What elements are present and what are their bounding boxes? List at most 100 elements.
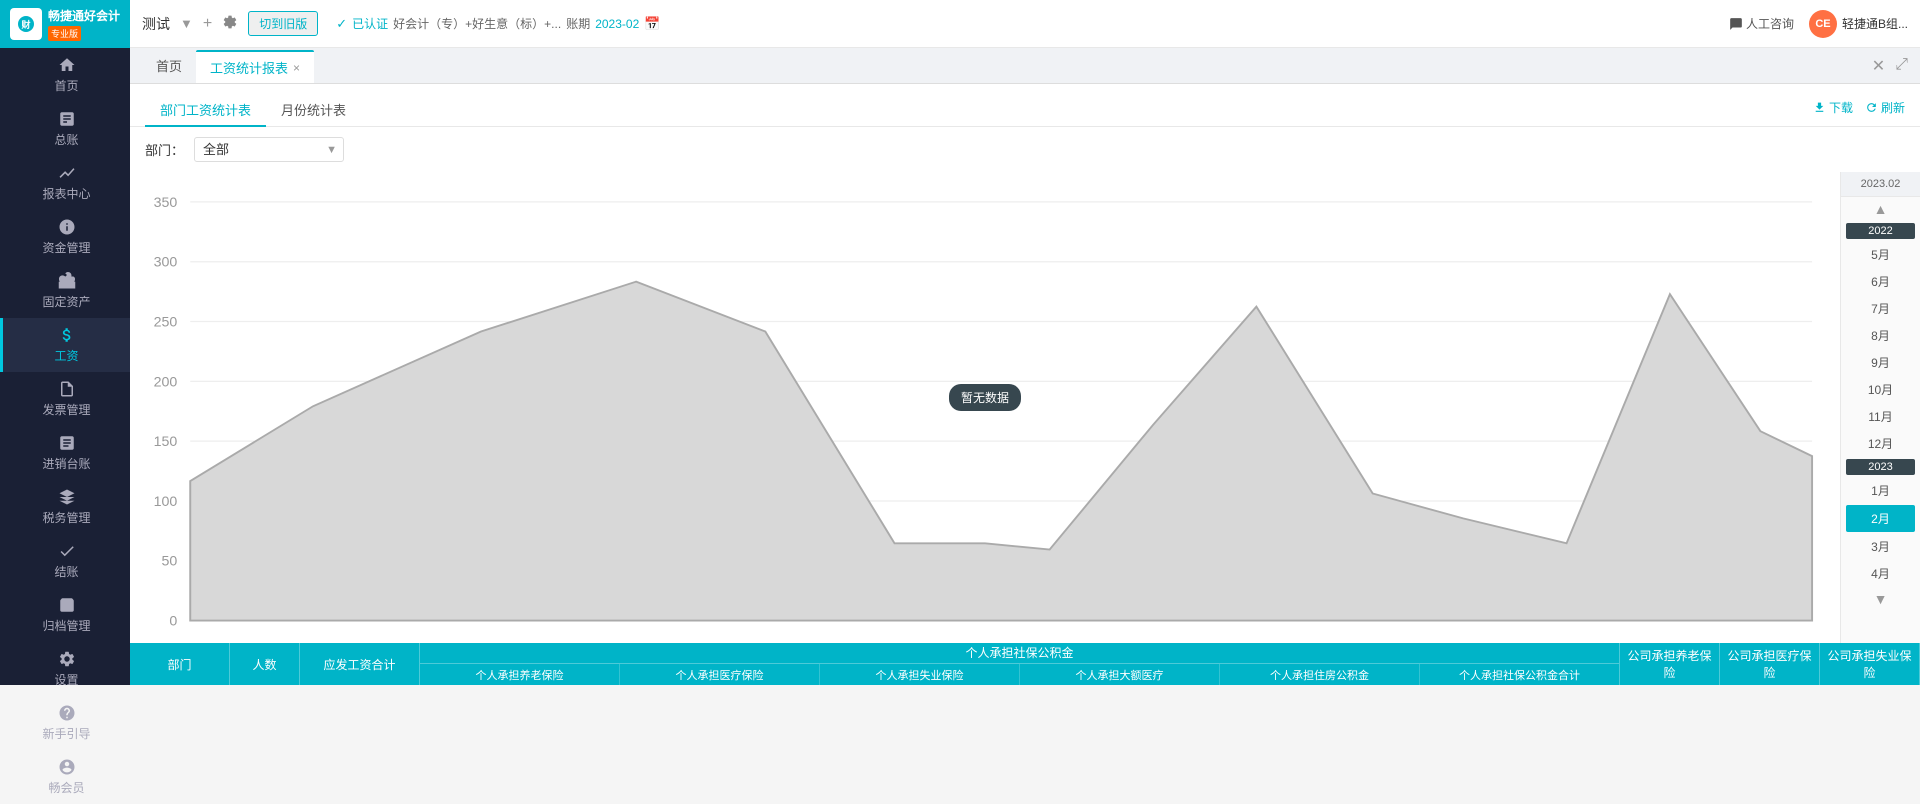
tab-salary-report[interactable]: 工资统计报表 × [196, 50, 314, 83]
sidebar-item-label-guide: 新手引导 [42, 725, 90, 742]
svg-text:0: 0 [169, 613, 177, 629]
topbar-help-label: 人工咨询 [1746, 15, 1794, 32]
home-icon [58, 56, 76, 74]
tf-col-total-salary: 应发工资合计 [300, 643, 420, 685]
sidebar-item-archive[interactable]: 归档管理 [0, 588, 130, 642]
member-icon [58, 758, 76, 776]
sales-icon [58, 434, 76, 452]
salary-icon [58, 326, 76, 344]
panel-month-4[interactable]: 4月 [1841, 560, 1920, 587]
sidebar-item-guide[interactable]: 新手引导 [0, 696, 130, 750]
user-name: 轻捷通B组... [1842, 15, 1908, 32]
sidebar-item-label-ledger: 总账 [54, 131, 78, 148]
sidebar-item-reports[interactable]: 报表中心 [0, 156, 130, 210]
topbar-dropdown-arrow[interactable]: ▼ [180, 16, 193, 31]
chart-area-polygon [190, 282, 1812, 621]
sidebar-item-ledger[interactable]: 总账 [0, 102, 130, 156]
svg-text:300: 300 [154, 254, 178, 270]
panel-month-5[interactable]: 5月 [1841, 241, 1920, 268]
reports-icon [58, 164, 76, 182]
panel-month-10[interactable]: 10月 [1841, 376, 1920, 403]
sidebar-item-tax[interactable]: 税务管理 [0, 480, 130, 534]
sidebar-item-sales[interactable]: 进销台账 [0, 426, 130, 480]
panel-month-6[interactable]: 6月 [1841, 268, 1920, 295]
right-panel: 2023.02 ▲ 2022 5月 6月 7月 8月 9月 10月 11月 12… [1840, 172, 1920, 643]
dept-select-wrapper: 全部 部门1 部门2 ▼ [194, 137, 344, 162]
topbar-add-button[interactable]: + [203, 15, 212, 33]
panel-month-1[interactable]: 1月 [1841, 477, 1920, 504]
svg-text:350: 350 [154, 194, 178, 210]
panel-month-9[interactable]: 9月 [1841, 349, 1920, 376]
sub-tab-month[interactable]: 月份统计表 [266, 94, 361, 127]
sub-tab-actions: 下载 刷新 [1813, 99, 1905, 122]
topbar-verified-label: 已认证 [352, 15, 388, 32]
tab-close-button[interactable]: × [293, 61, 300, 75]
tab-window-close-icon[interactable]: ✕ [1872, 56, 1885, 76]
sidebar-item-close-account[interactable]: 结账 [0, 534, 130, 588]
panel-month-11[interactable]: 11月 [1841, 403, 1920, 430]
tab-home[interactable]: 首页 [142, 50, 196, 81]
sidebar-item-label-member: 畅会员 [48, 779, 84, 796]
topbar-calendar-icon[interactable]: 📅 [644, 16, 660, 32]
tab-salary-report-label: 工资统计报表 [210, 58, 288, 77]
topbar-period-value: 2023-02 [595, 17, 639, 31]
topbar-period-label: 账期 [566, 15, 590, 32]
panel-month-2-active[interactable]: 2月 [1846, 505, 1915, 532]
logo-badge: 专业版 [48, 26, 81, 41]
topbar: 测试 ▼ + 切到旧版 ✓ 已认证 好会计（专）+好生意（标）+... 账期 2… [130, 0, 1920, 48]
tf-group-personal-title: 个人承担社保公积金 [420, 643, 1619, 664]
sidebar-item-label-archive: 归档管理 [42, 617, 90, 634]
topbar-old-mode-button[interactable]: 切到旧版 [248, 11, 318, 36]
panel-month-7[interactable]: 7月 [1841, 295, 1920, 322]
panel-month-3[interactable]: 3月 [1841, 533, 1920, 560]
ledger-icon [58, 110, 76, 128]
sidebar-item-funds[interactable]: 资金管理 [0, 210, 130, 264]
sidebar-item-invoice[interactable]: 发票管理 [0, 372, 130, 426]
sidebar-item-label-settings: 设置 [54, 671, 78, 688]
panel-nav-down[interactable]: ▼ [1841, 587, 1920, 611]
topbar-user[interactable]: CE 轻捷通B组... [1809, 10, 1908, 38]
topbar-help-button[interactable]: 人工咨询 [1729, 15, 1794, 32]
refresh-icon [1865, 101, 1878, 114]
sidebar-item-label-reports: 报表中心 [42, 185, 90, 202]
salary-chart: 350 300 250 200 150 100 50 0 [145, 182, 1825, 643]
main-area: 测试 ▼ + 切到旧版 ✓ 已认证 好会计（专）+好生意（标）+... 账期 2… [130, 0, 1920, 685]
table-footer-inner: 部门 人数 应发工资合计 个人承担社保公积金 个人承担养老保险 个人承担医疗保险… [130, 643, 1920, 685]
archive-icon [58, 596, 76, 614]
tf-personal-medical: 个人承担医疗保险 [620, 664, 820, 685]
sidebar-item-member[interactable]: 畅会员 [0, 750, 130, 804]
sidebar-item-label-close: 结账 [54, 563, 78, 580]
tf-company-pension: 公司承担养老保险 [1620, 643, 1720, 685]
refresh-button[interactable]: 刷新 [1865, 99, 1905, 116]
tf-company-unemployment: 公司承担失业保险 [1820, 643, 1920, 685]
sidebar-item-label-assets: 固定资产 [42, 293, 90, 310]
tf-personal-total: 个人承担社保公积金合计 [1420, 664, 1619, 685]
download-icon [1813, 101, 1826, 114]
content-area: 部门工资统计表 月份统计表 下载 刷新 部门： 全部 部门1 部门2 [130, 84, 1920, 685]
dept-select[interactable]: 全部 部门1 部门2 [194, 137, 344, 162]
topbar-tags: ✓ 已认证 好会计（专）+好生意（标）+... 账期 2023-02 📅 [336, 15, 660, 32]
sidebar-item-settings[interactable]: 设置 [0, 642, 130, 696]
guide-icon [58, 704, 76, 722]
sub-tabs: 部门工资统计表 月份统计表 下载 刷新 [130, 84, 1920, 127]
download-label: 下载 [1829, 99, 1853, 116]
svg-text:100: 100 [154, 493, 178, 509]
tf-group-personal-insurance: 个人承担社保公积金 个人承担养老保险 个人承担医疗保险 个人承担失业保险 个人承… [420, 643, 1620, 685]
logo-text-block: 畅捷通好会计 专业版 [48, 7, 120, 41]
download-button[interactable]: 下载 [1813, 99, 1853, 116]
close-account-icon [58, 542, 76, 560]
tab-maximize-icon[interactable]: ⤢ [1895, 56, 1908, 76]
table-footer: 部门 人数 应发工资合计 个人承担社保公积金 个人承担养老保险 个人承担医疗保险… [130, 643, 1920, 685]
sub-tab-dept[interactable]: 部门工资统计表 [145, 94, 266, 127]
panel-month-12[interactable]: 12月 [1841, 430, 1920, 457]
sidebar-item-salary[interactable]: 工资 [0, 318, 130, 372]
panel-nav-up[interactable]: ▲ [1841, 197, 1920, 221]
tf-company-medical: 公司承担医疗保险 [1720, 643, 1820, 685]
sidebar-item-home[interactable]: 首页 [0, 48, 130, 102]
sidebar-item-assets[interactable]: 固定资产 [0, 264, 130, 318]
tf-personal-unemployment: 个人承担失业保险 [820, 664, 1020, 685]
logo-title: 畅捷通好会计 [48, 7, 120, 24]
topbar-title: 测试 [142, 14, 170, 34]
topbar-gear-icon[interactable] [222, 14, 238, 33]
panel-month-8[interactable]: 8月 [1841, 322, 1920, 349]
